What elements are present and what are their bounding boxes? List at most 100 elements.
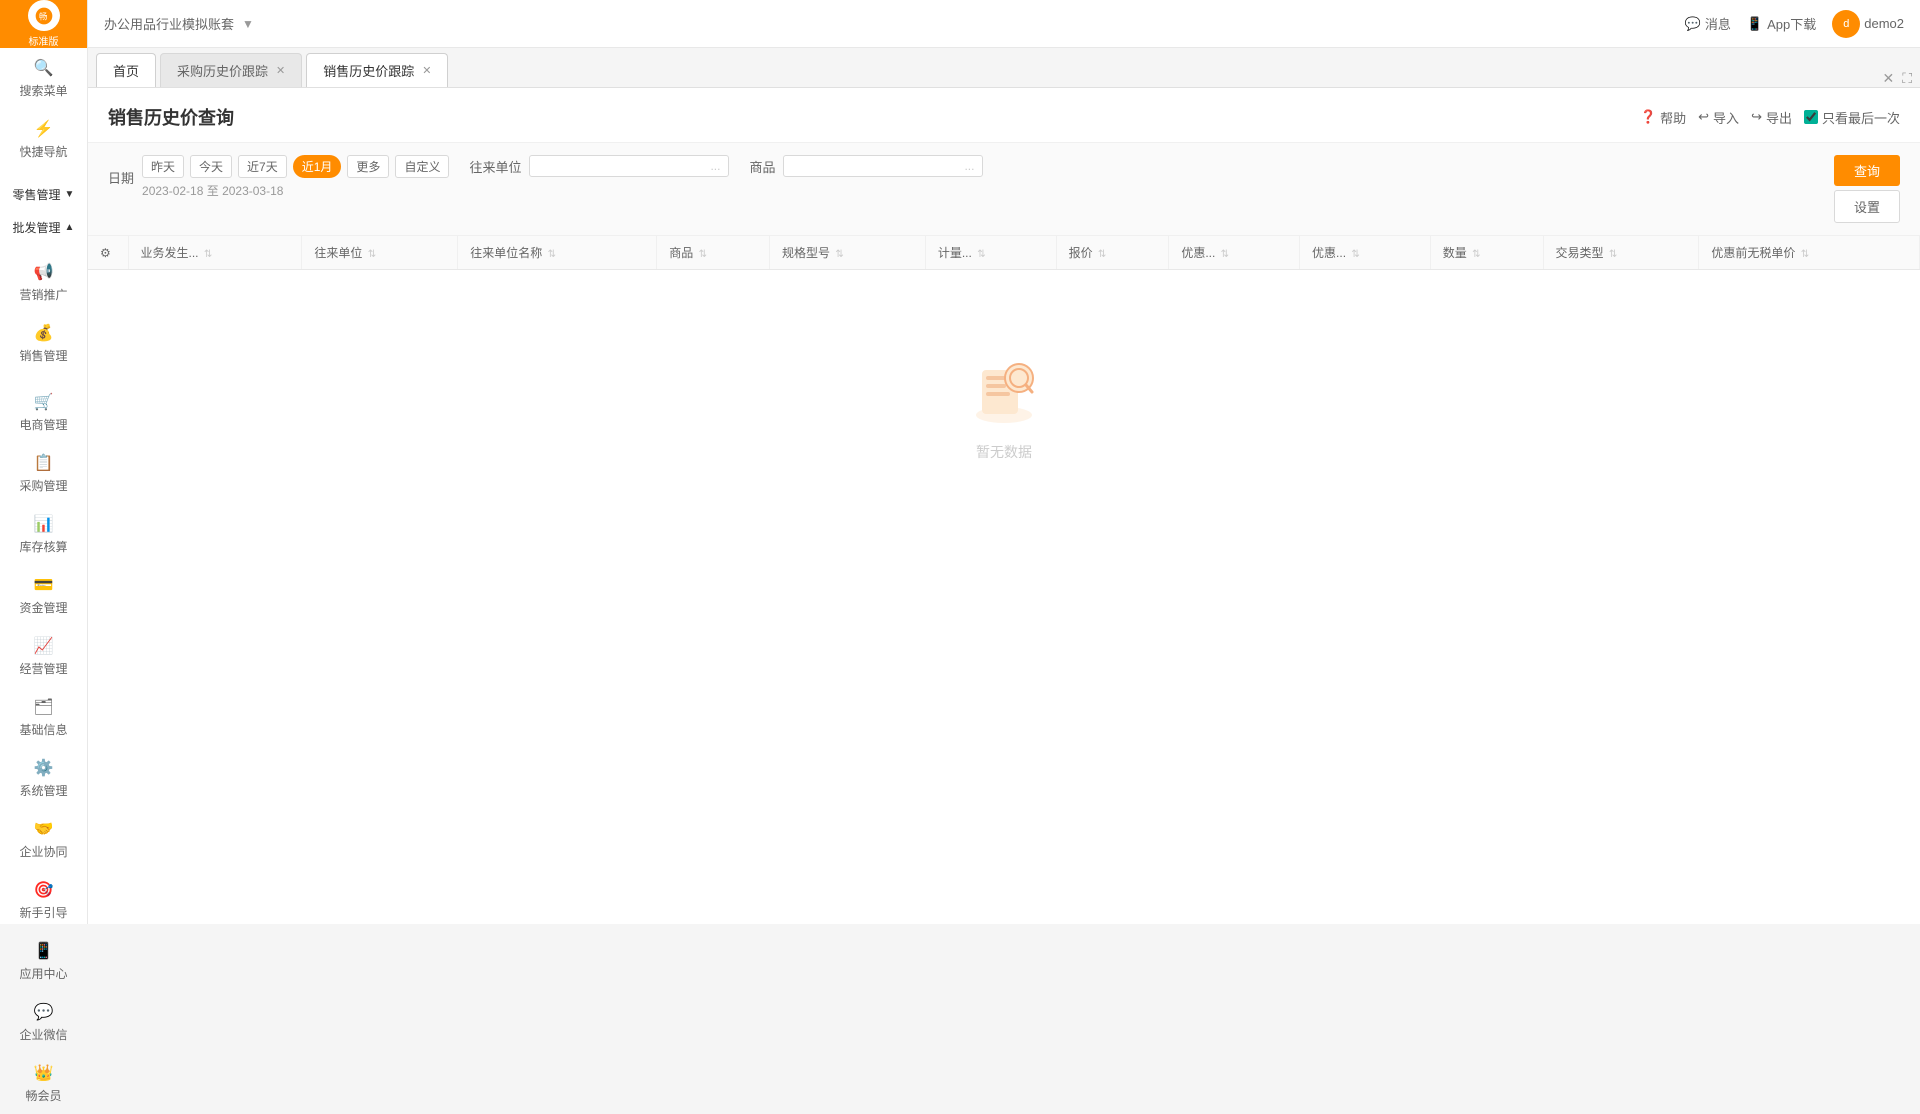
sort-customer-code-icon: ⇅ <box>368 249 376 260</box>
th-pretax-price-label: 优惠前无税单价 <box>1711 246 1795 260</box>
date-btn-7days[interactable]: 近7天 <box>238 155 287 178</box>
date-btn-custom[interactable]: 自定义 <box>395 155 449 178</box>
close-purchase-tab[interactable]: ✕ <box>276 64 285 77</box>
th-price[interactable]: 报价 ⇅ <box>1056 236 1169 270</box>
tab-sales[interactable]: 销售历史价跟踪 ✕ <box>306 53 448 87</box>
sidebar-item-apps-label: 应用中心 <box>19 965 67 982</box>
data-table: ⚙ 业务发生... ⇅ 往来单位 ⇅ 往来单位名称 ⇅ <box>88 236 1920 270</box>
topbar: 办公用品行业模拟账套 ▼ 💬 消息 📱 App下载 d demo2 <box>88 0 1920 48</box>
sort-discount2-icon: ⇅ <box>1351 249 1359 260</box>
th-spec[interactable]: 规格型号 ⇅ <box>769 236 925 270</box>
th-biz-date[interactable]: 业务发生... ⇅ <box>128 236 302 270</box>
sidebar-item-ecommerce-label: 电商管理 <box>19 416 67 433</box>
th-customer-code[interactable]: 往来单位 ⇅ <box>302 236 458 270</box>
member-icon: 👑 <box>34 1063 54 1083</box>
sidebar-item-finance[interactable]: 💳 资金管理 <box>0 565 87 626</box>
sort-customer-name-icon: ⇅ <box>548 249 556 260</box>
workspace-dropdown[interactable]: ▼ <box>242 17 254 31</box>
th-customer-name[interactable]: 往来单位名称 ⇅ <box>458 236 657 270</box>
date-btn-more[interactable]: 更多 <box>347 155 389 178</box>
tabbar: 首页 采购历史价跟踪 ✕ 销售历史价跟踪 ✕ ✕ ⛶ <box>88 48 1920 88</box>
th-spec-label: 规格型号 <box>782 246 830 260</box>
date-btn-yesterday[interactable]: 昨天 <box>142 155 184 178</box>
topbar-left: 办公用品行业模拟账套 ▼ <box>104 14 254 33</box>
query-button[interactable]: 查询 <box>1834 155 1900 186</box>
sidebar-item-member-label: 畅会员 <box>25 1087 61 1104</box>
marketing-icon: 📢 <box>34 262 54 282</box>
sidebar-item-quick[interactable]: ⚡ 快捷导航 <box>0 109 87 170</box>
sidebar-item-guide[interactable]: 🎯 新手引导 <box>0 870 87 931</box>
chevron-up-icon: ▲ <box>65 222 75 233</box>
sidebar: 畅 标准版 🔍 搜索菜单 ⚡ 快捷导航 零售管理 ▼ 批发管理 ▲ 📢 营销推广… <box>0 0 88 924</box>
tab-actions: ✕ ⛶ <box>1882 70 1912 87</box>
date-btn-today[interactable]: 今天 <box>190 155 232 178</box>
close-sales-tab[interactable]: ✕ <box>422 64 431 77</box>
app-download-label: App下载 <box>1767 14 1816 33</box>
sidebar-item-apps[interactable]: 📱 应用中心 <box>0 931 87 992</box>
show-last-checkbox[interactable] <box>1804 110 1818 124</box>
empty-state: 暂无数据 <box>88 270 1920 542</box>
svg-text:畅: 畅 <box>39 11 47 21</box>
system-icon: ⚙️ <box>34 758 54 778</box>
avatar: d <box>1832 10 1860 38</box>
sidebar-item-operations[interactable]: 📈 经营管理 <box>0 626 87 687</box>
th-product[interactable]: 商品 ⇅ <box>657 236 770 270</box>
sidebar-item-retail[interactable]: 零售管理 ▼ <box>0 178 87 211</box>
app-download-button[interactable]: 📱 App下载 <box>1747 14 1816 33</box>
user-profile-button[interactable]: d demo2 <box>1832 10 1904 38</box>
sort-quantity-icon: ⇅ <box>1472 249 1480 260</box>
th-biz-date-label: 业务发生... <box>141 246 199 260</box>
sidebar-item-ecommerce[interactable]: 🛒 电商管理 <box>0 382 87 443</box>
date-btn-1month[interactable]: 近1月 <box>293 155 342 178</box>
import-button[interactable]: ↩ 导入 <box>1698 108 1739 127</box>
message-button[interactable]: 💬 消息 <box>1685 14 1731 33</box>
sidebar-item-enterprise[interactable]: 🤝 企业协同 <box>0 809 87 870</box>
th-product-label: 商品 <box>669 246 693 260</box>
sidebar-item-enterprise-label: 企业协同 <box>19 843 67 860</box>
help-button[interactable]: ❓ 帮助 <box>1640 108 1686 127</box>
sidebar-item-search[interactable]: 🔍 搜索菜单 <box>0 48 87 109</box>
sidebar-item-operations-label: 经营管理 <box>19 660 67 677</box>
header-row: ⚙ 业务发生... ⇅ 往来单位 ⇅ 往来单位名称 ⇅ <box>88 236 1920 270</box>
setting-button[interactable]: 设置 <box>1834 190 1900 223</box>
th-discount2[interactable]: 优惠... ⇅ <box>1300 236 1431 270</box>
workspace-title: 办公用品行业模拟账套 <box>104 14 234 33</box>
th-quantity[interactable]: 数量 ⇅ <box>1430 236 1543 270</box>
date-options: 昨天 今天 近7天 近1月 更多 自定义 <box>142 155 449 178</box>
tab-home[interactable]: 首页 <box>96 53 156 87</box>
sidebar-item-inventory[interactable]: 📊 库存核算 <box>0 504 87 565</box>
sidebar-item-system[interactable]: ⚙️ 系统管理 <box>0 748 87 809</box>
th-discount1[interactable]: 优惠... ⇅ <box>1169 236 1300 270</box>
customer-filter-input[interactable]: ... <box>529 155 729 177</box>
product-filter-input[interactable]: ... <box>783 155 983 177</box>
sort-pretax-price-icon: ⇅ <box>1801 249 1809 260</box>
product-filter-group: 商品 ... <box>749 155 983 177</box>
gear-icon: ⚙ <box>100 246 111 260</box>
show-last-wrapper[interactable]: 只看最后一次 <box>1804 108 1900 127</box>
sidebar-item-purchase[interactable]: 📋 采购管理 <box>0 443 87 504</box>
sidebar-item-basic[interactable]: 🗂 基础信息 <box>0 687 87 748</box>
customer-filter-label: 往来单位 <box>469 157 521 176</box>
th-price-label: 报价 <box>1069 246 1093 260</box>
filter-buttons: 查询 设置 <box>1834 155 1900 223</box>
th-unit[interactable]: 计量... ⇅ <box>925 236 1056 270</box>
product-filter-label: 商品 <box>749 157 775 176</box>
close-all-tabs-button[interactable]: ✕ <box>1882 70 1894 87</box>
sidebar-item-sales-mgmt[interactable]: 💰 销售管理 <box>0 313 87 374</box>
basic-icon: 🗂 <box>33 697 53 717</box>
sidebar-item-marketing[interactable]: 📢 营销推广 <box>0 252 87 313</box>
export-button[interactable]: ↪ 导出 <box>1751 108 1792 127</box>
sidebar-item-wholesale[interactable]: 批发管理 ▲ <box>0 211 87 244</box>
sidebar-item-wechat[interactable]: 💬 企业微信 <box>0 992 87 1053</box>
fullscreen-button[interactable]: ⛶ <box>1902 70 1912 87</box>
th-settings[interactable]: ⚙ <box>88 236 128 270</box>
tab-purchase[interactable]: 采购历史价跟踪 ✕ <box>160 53 302 87</box>
table-container: ⚙ 业务发生... ⇅ 往来单位 ⇅ 往来单位名称 ⇅ <box>88 236 1920 924</box>
th-pretax-price[interactable]: 优惠前无税单价 ⇅ <box>1699 236 1920 270</box>
sidebar-item-quick-label: 快捷导航 <box>19 143 67 160</box>
operations-icon: 📈 <box>34 636 54 656</box>
th-trade-type-label: 交易类型 <box>1556 246 1604 260</box>
sort-biz-date-icon: ⇅ <box>204 249 212 260</box>
th-trade-type[interactable]: 交易类型 ⇅ <box>1543 236 1699 270</box>
sidebar-item-member[interactable]: 👑 畅会员 <box>0 1053 87 1114</box>
